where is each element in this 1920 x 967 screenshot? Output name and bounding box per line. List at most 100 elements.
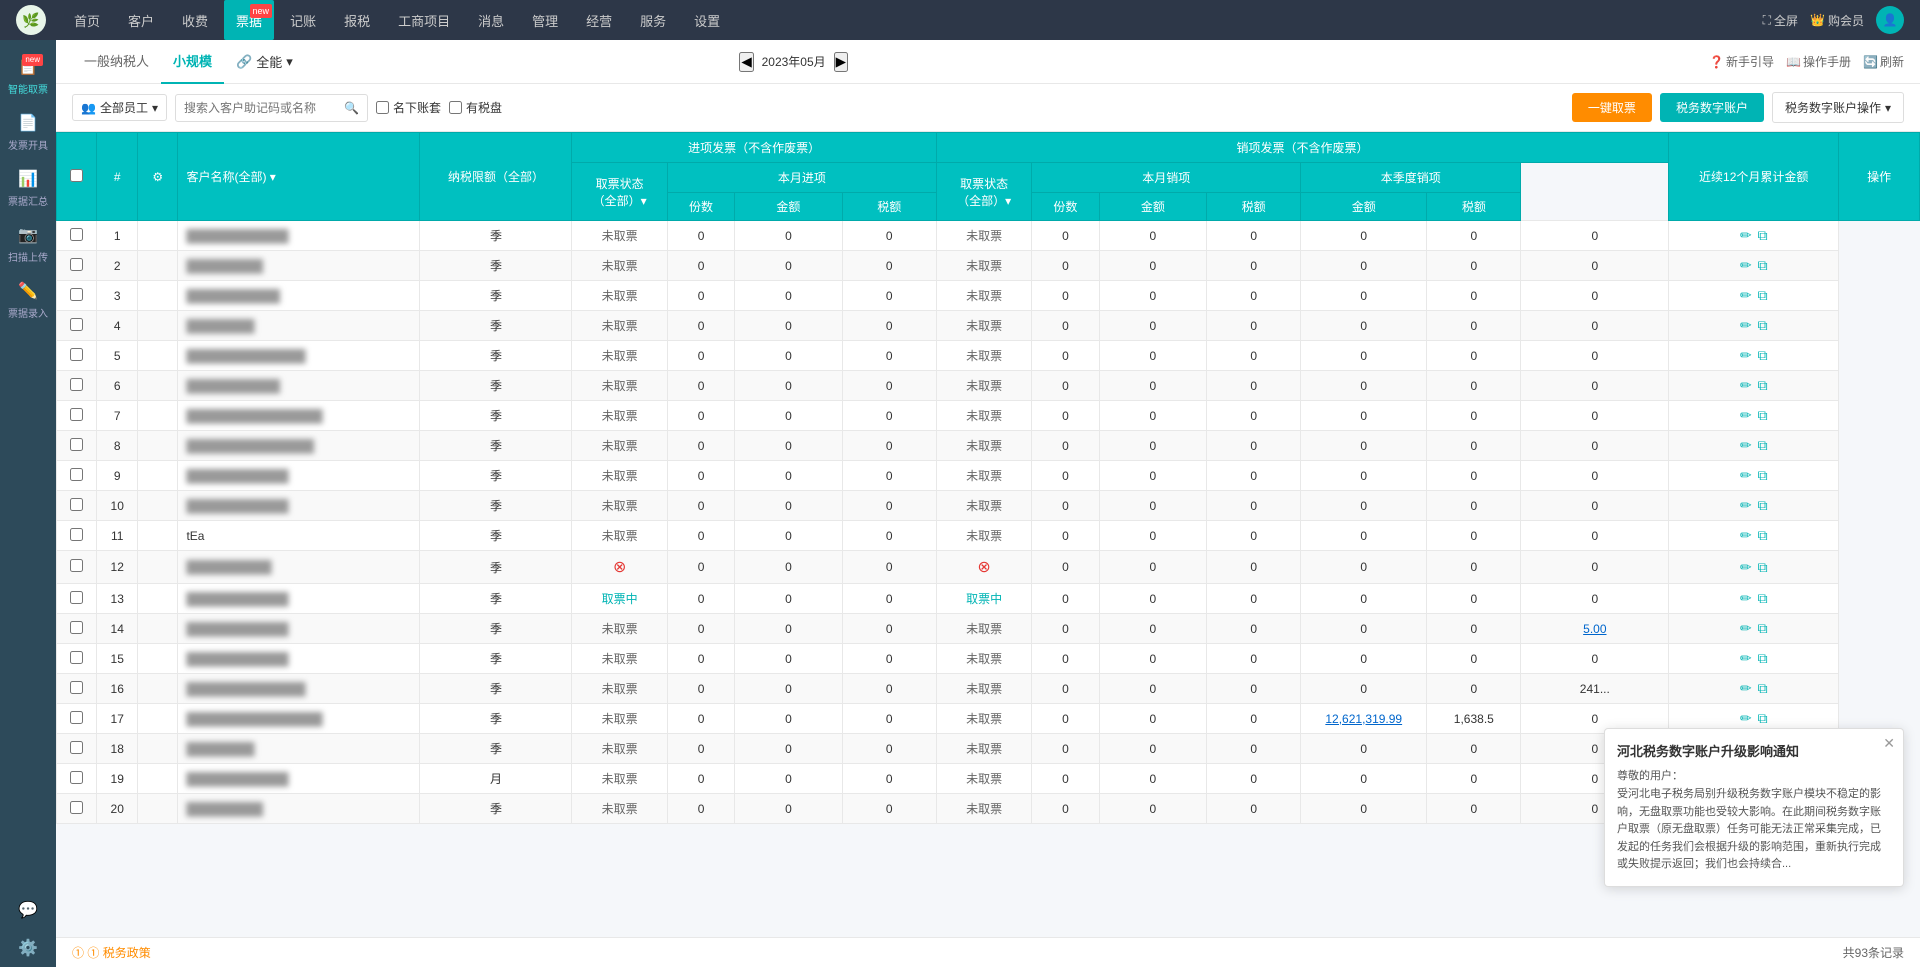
col-header-customer[interactable]: 客户名称(全部) ▾ [178, 133, 420, 221]
sidebar-item-chat[interactable]: 💬 [13, 891, 43, 929]
row-checkbox[interactable] [70, 711, 83, 724]
row-checkbox[interactable] [70, 528, 83, 541]
row-checkbox[interactable] [70, 408, 83, 421]
copy-btn[interactable]: ⧉ [1758, 227, 1768, 244]
row-checkbox-cell[interactable] [57, 521, 97, 551]
row-checkbox[interactable] [70, 438, 83, 451]
edit-btn[interactable]: ✏ [1740, 620, 1752, 637]
row-checkbox-cell[interactable] [57, 251, 97, 281]
select-all-checkbox[interactable] [70, 169, 83, 182]
row-checkbox-cell[interactable] [57, 614, 97, 644]
tax-digital-account-action-btn[interactable]: 税务数字账户操作 ▾ [1772, 92, 1904, 123]
nav-operation[interactable]: 经营 [574, 0, 624, 40]
sidebar-item-scan-upload[interactable]: 📷 扫描上传 [0, 216, 56, 272]
checkbox-subledger[interactable]: 名下账套 [376, 99, 441, 116]
row-checkbox[interactable] [70, 468, 83, 481]
copy-btn[interactable]: ⧉ [1758, 317, 1768, 334]
row-checkbox[interactable] [70, 378, 83, 391]
col-header-out-status[interactable]: 取票状态（全部）▾ [936, 163, 1032, 221]
tax-digital-account-btn[interactable]: 税务数字账户 [1660, 93, 1764, 122]
nav-business[interactable]: 工商项目 [386, 0, 462, 40]
quarter-amount[interactable]: 12,621,319.99 [1325, 712, 1402, 726]
employee-select[interactable]: 👥 全部员工 ▾ [72, 94, 167, 121]
row-checkbox[interactable] [70, 741, 83, 754]
tax-policy-link[interactable]: ① ① 税务政策 [72, 944, 151, 961]
copy-btn[interactable]: ⧉ [1758, 680, 1768, 697]
nav-accounting[interactable]: 记账 [278, 0, 328, 40]
notification-close-btn[interactable]: ✕ [1883, 735, 1895, 752]
row-checkbox-cell[interactable] [57, 221, 97, 251]
nav-settings[interactable]: 设置 [682, 0, 732, 40]
row-checkbox-cell[interactable] [57, 794, 97, 824]
row-checkbox[interactable] [70, 591, 83, 604]
member-btn[interactable]: 👑 购会员 [1810, 12, 1864, 29]
new-guide-btn[interactable]: ❓ 新手引导 [1709, 53, 1774, 70]
edit-btn[interactable]: ✏ [1740, 317, 1752, 334]
copy-btn[interactable]: ⧉ [1758, 287, 1768, 304]
user-avatar[interactable]: 👤 [1876, 6, 1904, 34]
sidebar-item-invoice-open[interactable]: 📄 发票开具 [0, 104, 56, 160]
row-checkbox-cell[interactable] [57, 371, 97, 401]
copy-btn[interactable]: ⧉ [1758, 347, 1768, 364]
edit-btn[interactable]: ✏ [1740, 559, 1752, 576]
edit-btn[interactable]: ✏ [1740, 287, 1752, 304]
copy-btn[interactable]: ⧉ [1758, 437, 1768, 454]
col-setting-icon[interactable]: ⚙ [152, 170, 163, 184]
copy-btn[interactable]: ⧉ [1758, 650, 1768, 667]
cumul-amount[interactable]: 5.00 [1583, 622, 1606, 636]
row-checkbox[interactable] [70, 559, 83, 572]
edit-btn[interactable]: ✏ [1740, 710, 1752, 727]
checkbox-has-tax-disk[interactable]: 有税盘 [449, 99, 502, 116]
edit-btn[interactable]: ✏ [1740, 377, 1752, 394]
nav-service[interactable]: 服务 [628, 0, 678, 40]
copy-btn[interactable]: ⧉ [1758, 710, 1768, 727]
fullscreen-btn[interactable]: ⛶ 全屏 [1763, 12, 1798, 29]
edit-btn[interactable]: ✏ [1740, 527, 1752, 544]
row-checkbox-cell[interactable] [57, 431, 97, 461]
tab-all[interactable]: 🔗 全能 ▾ [224, 40, 305, 84]
edit-btn[interactable]: ✏ [1740, 680, 1752, 697]
one-click-invoice-btn[interactable]: 一键取票 [1572, 93, 1652, 122]
nav-tax[interactable]: 报税 [332, 0, 382, 40]
col-header-in-status[interactable]: 取票状态（全部）▾ [572, 163, 668, 221]
next-month-btn[interactable]: ▶ [834, 52, 848, 72]
search-input[interactable] [184, 101, 344, 115]
row-checkbox-cell[interactable] [57, 584, 97, 614]
edit-btn[interactable]: ✏ [1740, 347, 1752, 364]
edit-btn[interactable]: ✏ [1740, 407, 1752, 424]
row-checkbox-cell[interactable] [57, 764, 97, 794]
row-checkbox-cell[interactable] [57, 674, 97, 704]
nav-manage[interactable]: 管理 [520, 0, 570, 40]
row-checkbox-cell[interactable] [57, 491, 97, 521]
copy-btn[interactable]: ⧉ [1758, 377, 1768, 394]
row-checkbox-cell[interactable] [57, 461, 97, 491]
copy-btn[interactable]: ⧉ [1758, 620, 1768, 637]
copy-btn[interactable]: ⧉ [1758, 559, 1768, 576]
copy-btn[interactable]: ⧉ [1758, 590, 1768, 607]
row-checkbox-cell[interactable] [57, 551, 97, 584]
sidebar-item-settings[interactable]: ⚙️ [13, 929, 43, 967]
subledger-checkbox[interactable] [376, 101, 389, 114]
copy-btn[interactable]: ⧉ [1758, 527, 1768, 544]
nav-home[interactable]: 首页 [62, 0, 112, 40]
prev-month-btn[interactable]: ◀ [739, 52, 753, 72]
search-icon[interactable]: 🔍 [344, 101, 359, 115]
row-checkbox[interactable] [70, 348, 83, 361]
row-checkbox-cell[interactable] [57, 311, 97, 341]
row-checkbox-cell[interactable] [57, 401, 97, 431]
row-checkbox-cell[interactable] [57, 644, 97, 674]
row-checkbox[interactable] [70, 651, 83, 664]
nav-message[interactable]: 消息 [466, 0, 516, 40]
nav-invoice[interactable]: 票据 new [224, 0, 274, 40]
copy-btn[interactable]: ⧉ [1758, 467, 1768, 484]
row-checkbox[interactable] [70, 258, 83, 271]
nav-customer[interactable]: 客户 [116, 0, 166, 40]
edit-btn[interactable]: ✏ [1740, 497, 1752, 514]
sidebar-item-invoice-summary[interactable]: 📊 票据汇总 [0, 160, 56, 216]
row-checkbox[interactable] [70, 801, 83, 814]
edit-btn[interactable]: ✏ [1740, 590, 1752, 607]
col-header-quota[interactable]: 纳税限额（全部） [420, 133, 572, 221]
row-checkbox[interactable] [70, 681, 83, 694]
edit-btn[interactable]: ✏ [1740, 650, 1752, 667]
edit-btn[interactable]: ✏ [1740, 227, 1752, 244]
